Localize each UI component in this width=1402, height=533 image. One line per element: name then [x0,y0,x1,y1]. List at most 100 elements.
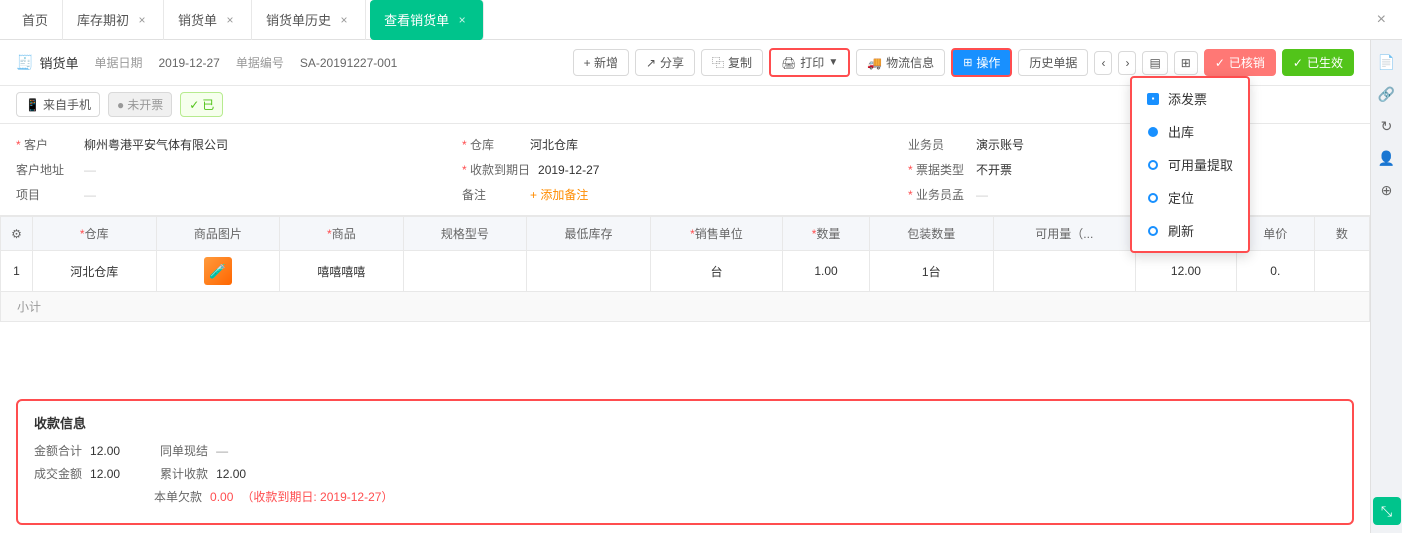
doc-title-group: 🧾 销货单 [16,53,78,72]
tab-inventory-init[interactable]: 库存期初 × [63,0,164,40]
tab-sales-order-label: 销货单 [178,10,217,29]
tab-inventory-init-label: 库存期初 [77,10,129,29]
from-phone-button[interactable]: 📱 来自手机 [16,92,100,117]
add-note-button[interactable]: + 添加备注 [530,186,588,203]
from-phone-label: 来自手机 [43,96,91,113]
doc-number-value: SA-20191227-001 [300,56,397,70]
col-image: 商品图片 [156,217,280,251]
prev-icon: ‹ [1101,56,1105,70]
dropdown-item-available-pick[interactable]: 可用量提取 [1132,148,1248,181]
warehouse-field: 仓库 河北仓库 [462,136,908,153]
doc-meta: 单据日期 2019-12-27 单据编号 SA-20191227-001 [94,54,397,71]
amount-total-value: 12.00 [90,444,120,458]
tab-sales-history-close[interactable]: × [337,13,351,27]
tab-sales-order[interactable]: 销货单 × [164,0,252,40]
col-qty: *数量 [783,217,870,251]
right-sidebar: 📄 🔗 ↻ 👤 ⊕ ⤡ [1370,40,1402,533]
layout2-button[interactable]: ⊞ [1174,51,1198,75]
sidebar-user-icon[interactable]: 👤 [1373,144,1401,172]
subtotal-label: 小计 [1,292,1370,322]
same-order-value: — [216,444,228,458]
revoke-label: 已核销 [1229,54,1265,71]
locate-icon [1146,191,1160,205]
next-button[interactable]: › [1118,51,1136,75]
customer-field: 客户 柳州粤港平安气体有限公司 [16,136,462,153]
operator-value: 演示账号 [976,136,1024,153]
tab-view-sales[interactable]: 查看销货单 × [370,0,484,40]
cell-unit-price: 0. [1236,251,1314,292]
print-icon: 🖨 [781,56,796,70]
refresh-label: 刷新 [1168,221,1194,240]
done-check-icon: ✓ [189,98,199,112]
done-badge: ✓ 已 [180,92,223,117]
locate-label: 定位 [1168,188,1194,207]
history-button[interactable]: 历史单据 [1018,49,1088,76]
dropdown-item-refresh[interactable]: 刷新 [1132,214,1248,247]
print-dropdown-icon: ▼ [828,57,838,68]
tab-view-sales-label: 查看销货单 [384,10,449,29]
logistics-button[interactable]: 🚚 物流信息 [856,49,945,76]
cumulative-label: 累计收款 [160,465,208,482]
cell-stock: 12.00 [1136,251,1237,292]
sidebar-link-icon[interactable]: 🔗 [1373,80,1401,108]
current-due-item: 本单欠款 0.00 （收款到期日: 2019-12-27） [154,488,393,505]
col-setting[interactable]: ⚙ [1,217,33,251]
print-label: 打印 [800,54,824,71]
due-date-field: 收款到期日 2019-12-27 [462,161,908,178]
project-field: 项目 — [16,186,462,203]
dropdown-item-outbound[interactable]: 出库 [1132,115,1248,148]
tab-sales-history-label: 销货单历史 [266,10,331,29]
next-icon: › [1125,56,1129,70]
main-area: 🧾 销货单 单据日期 2019-12-27 单据编号 SA-20191227-0… [0,40,1370,533]
copy-icon: ⿻ [712,54,724,71]
available-pick-icon [1146,158,1160,172]
revoke-button[interactable]: ✓ 已核销 [1204,49,1276,76]
dropdown-item-locate[interactable]: 定位 [1132,181,1248,214]
current-due-label: 本单欠款 [154,488,202,505]
cell-row-num: 1 [1,251,33,292]
table-subtotal-row: 小计 [1,292,1370,322]
amount-total-label: 金额合计 [34,442,82,459]
print-button[interactable]: 🖨 打印 ▼ [769,48,850,77]
copy-button[interactable]: ⿻ 复制 [701,49,763,76]
tab-inventory-init-close[interactable]: × [135,13,149,27]
tab-bar-close-button[interactable]: × [1369,11,1394,29]
tab-sales-order-close[interactable]: × [223,13,237,27]
product-image: 🧪 [204,257,232,285]
customer-label: 客户 [16,136,76,153]
prev-button[interactable]: ‹ [1094,51,1112,75]
effect-label: 已生效 [1307,54,1343,71]
cell-unit: 台 [650,251,782,292]
layout1-button[interactable]: ▤ [1142,51,1167,75]
sidebar-expand-icon[interactable]: ⤡ [1373,497,1401,525]
available-pick-label: 可用量提取 [1168,155,1233,174]
share-label: 分享 [660,54,684,71]
sidebar-doc-icon[interactable]: 📄 [1373,48,1401,76]
note-label: 备注 [462,186,522,203]
due-date-hint: （收款到期日: 2019-12-27） [241,488,393,505]
due-date-value: 2019-12-27 [538,163,599,177]
history-label: 历史单据 [1029,54,1077,71]
cell-image: 🧪 [156,251,280,292]
share-button[interactable]: ↗ 分享 [635,49,695,76]
transaction-value: 12.00 [90,467,120,481]
ticket-type-value: 不开票 [976,161,1012,178]
project-value: — [84,188,96,202]
tab-sales-history[interactable]: 销货单历史 × [252,0,366,40]
tab-home[interactable]: 首页 [8,0,63,40]
cumulative-item: 累计收款 12.00 [160,465,246,482]
doc-number-label: 单据编号 [236,54,284,71]
sidebar-add-icon[interactable]: ⊕ [1373,176,1401,204]
cell-pack-qty: 1台 [869,251,993,292]
new-button[interactable]: + 新增 [573,49,629,76]
col-available: 可用量（... [993,217,1136,251]
same-order-item: 同单现结 — [160,442,228,459]
tab-bar: 首页 库存期初 × 销货单 × 销货单历史 × 查看销货单 × × [0,0,1402,40]
tab-view-sales-close[interactable]: × [455,13,469,27]
done-label: 已 [202,96,214,113]
sidebar-refresh-icon[interactable]: ↻ [1373,112,1401,140]
address-value: — [84,163,96,177]
effect-button[interactable]: ✓ 已生效 [1282,49,1354,76]
operate-button[interactable]: ⊞ 操作 [951,48,1012,77]
dropdown-item-add-invoice[interactable]: ▪ 添发票 [1132,82,1248,115]
